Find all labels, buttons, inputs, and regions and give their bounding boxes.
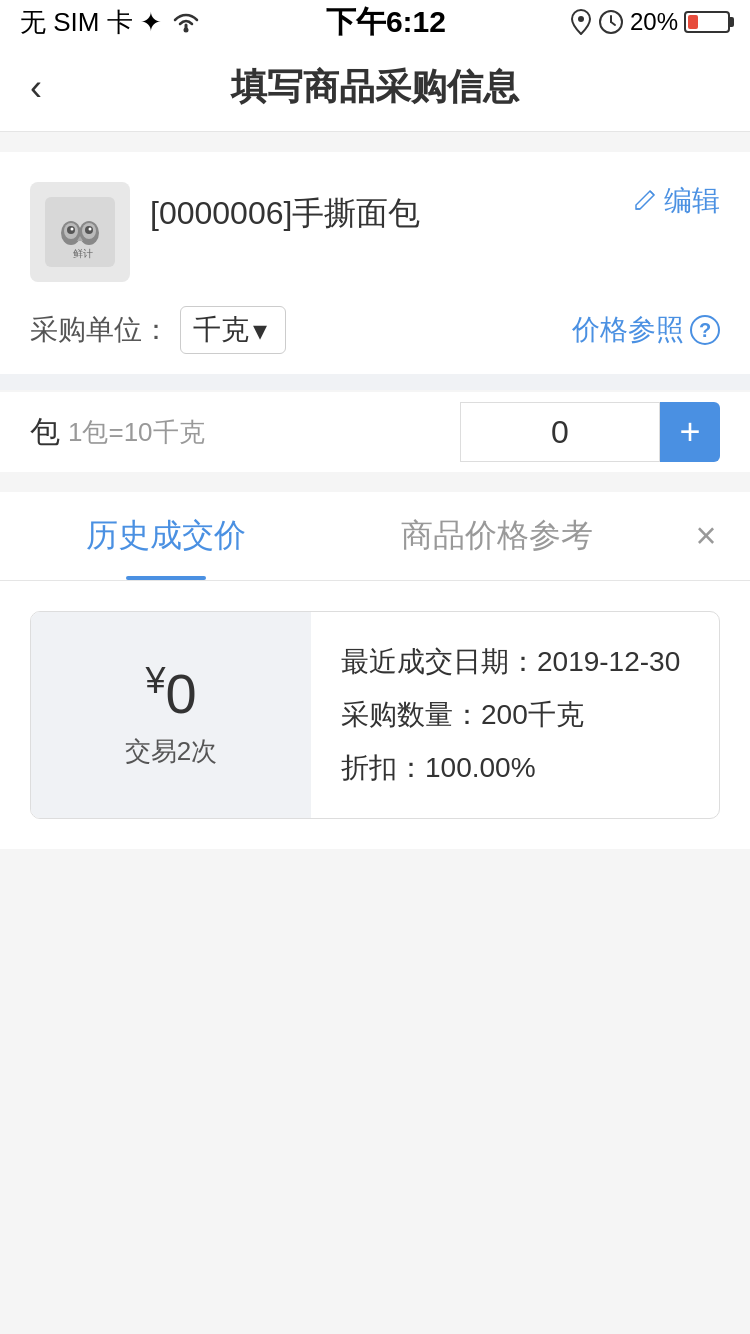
- latest-date-row: 最近成交日期：2019-12-30: [341, 642, 689, 681]
- tabs-header: 历史成交价 商品价格参考 ×: [0, 492, 750, 581]
- price-ref-label: 价格参照: [572, 311, 684, 349]
- tab-price-ref[interactable]: 商品价格参考: [331, 492, 662, 580]
- qty-unit-hint: 1包=10千克: [68, 415, 460, 450]
- edit-icon: [632, 187, 660, 215]
- divider-1: [0, 374, 750, 390]
- history-card: ¥0 交易2次 最近成交日期：2019-12-30 采购数量：200千克 折扣：…: [30, 611, 720, 819]
- svg-point-0: [183, 28, 188, 33]
- latest-date-value: 2019-12-30: [537, 646, 680, 677]
- qty-plus-button[interactable]: +: [660, 402, 720, 462]
- qty-label: 采购数量：: [341, 699, 481, 730]
- price-value: 0: [165, 662, 196, 725]
- battery-percent: 20%: [630, 8, 678, 36]
- tabs-section: 历史成交价 商品价格参考 × ¥0 交易2次 最近成交日期：2019-12-30…: [0, 492, 750, 849]
- info-icon: ?: [690, 315, 720, 345]
- nav-bar: ‹ 填写商品采购信息: [0, 44, 750, 132]
- wifi-icon: [170, 11, 202, 33]
- history-price-section: ¥0 交易2次: [31, 612, 311, 818]
- tab-history-label: 历史成交价: [86, 514, 246, 558]
- edit-button[interactable]: 编辑: [632, 182, 720, 220]
- dropdown-arrow: ▾: [253, 314, 267, 347]
- product-unit-row: 采购单位： 千克 ▾ 价格参照 ?: [30, 306, 720, 354]
- svg-point-12: [71, 228, 74, 231]
- battery-icon: [684, 11, 730, 33]
- product-header: 鲜计 [0000006]手撕面包 编辑: [30, 182, 720, 282]
- status-time: 下午6:12: [326, 2, 446, 43]
- svg-line-4: [611, 22, 615, 25]
- qty-unit-label: 包: [30, 412, 60, 453]
- history-price: ¥0: [145, 660, 196, 726]
- discount-row: 折扣：100.00%: [341, 748, 689, 787]
- discount-label: 折扣：: [341, 752, 425, 783]
- product-logo: 鲜计: [45, 197, 115, 267]
- qty-row: 采购数量：200千克: [341, 695, 689, 734]
- tab-close-button[interactable]: ×: [662, 492, 750, 580]
- svg-text:鲜计: 鲜计: [73, 248, 93, 259]
- qty-input[interactable]: [460, 402, 660, 462]
- history-trades: 交易2次: [125, 734, 217, 769]
- status-left: 无 SIM 卡 ✦: [20, 5, 202, 40]
- qty-input-area: +: [460, 402, 720, 462]
- product-thumbnail: 鲜计: [30, 182, 130, 282]
- unit-select[interactable]: 千克 ▾: [180, 306, 286, 354]
- price-symbol: ¥: [145, 660, 165, 701]
- edit-label: 编辑: [664, 182, 720, 220]
- location-icon: [570, 9, 592, 35]
- quantity-section: 包 1包=10千克 +: [0, 392, 750, 472]
- back-button[interactable]: ‹: [30, 67, 42, 109]
- status-right: 20%: [570, 8, 730, 36]
- unit-label: 采购单位： 千克 ▾: [30, 306, 286, 354]
- discount-value: 100.00%: [425, 752, 536, 783]
- unit-value: 千克: [193, 311, 249, 349]
- page-title: 填写商品采购信息: [231, 63, 519, 112]
- price-ref-button[interactable]: 价格参照 ?: [572, 311, 720, 349]
- clock-icon: [598, 9, 624, 35]
- latest-date-label: 最近成交日期：: [341, 646, 537, 677]
- sim-label: 无 SIM 卡 ✦: [20, 5, 162, 40]
- status-bar: 无 SIM 卡 ✦ 下午6:12 20%: [0, 0, 750, 44]
- svg-point-1: [578, 16, 584, 22]
- product-name: [0000006]手撕面包: [150, 182, 420, 236]
- history-details: 最近成交日期：2019-12-30 采购数量：200千克 折扣：100.00%: [311, 612, 719, 818]
- history-content: ¥0 交易2次 最近成交日期：2019-12-30 采购数量：200千克 折扣：…: [0, 581, 750, 849]
- tab-ref-label: 商品价格参考: [401, 514, 593, 558]
- qty-value: 200千克: [481, 699, 584, 730]
- product-left: 鲜计 [0000006]手撕面包: [30, 182, 420, 282]
- product-card: 鲜计 [0000006]手撕面包 编辑 采购单位： 千克 ▾ 价格参照 ?: [0, 152, 750, 374]
- svg-point-13: [89, 228, 92, 231]
- tab-history-price[interactable]: 历史成交价: [0, 492, 331, 580]
- unit-prefix: 采购单位：: [30, 311, 170, 349]
